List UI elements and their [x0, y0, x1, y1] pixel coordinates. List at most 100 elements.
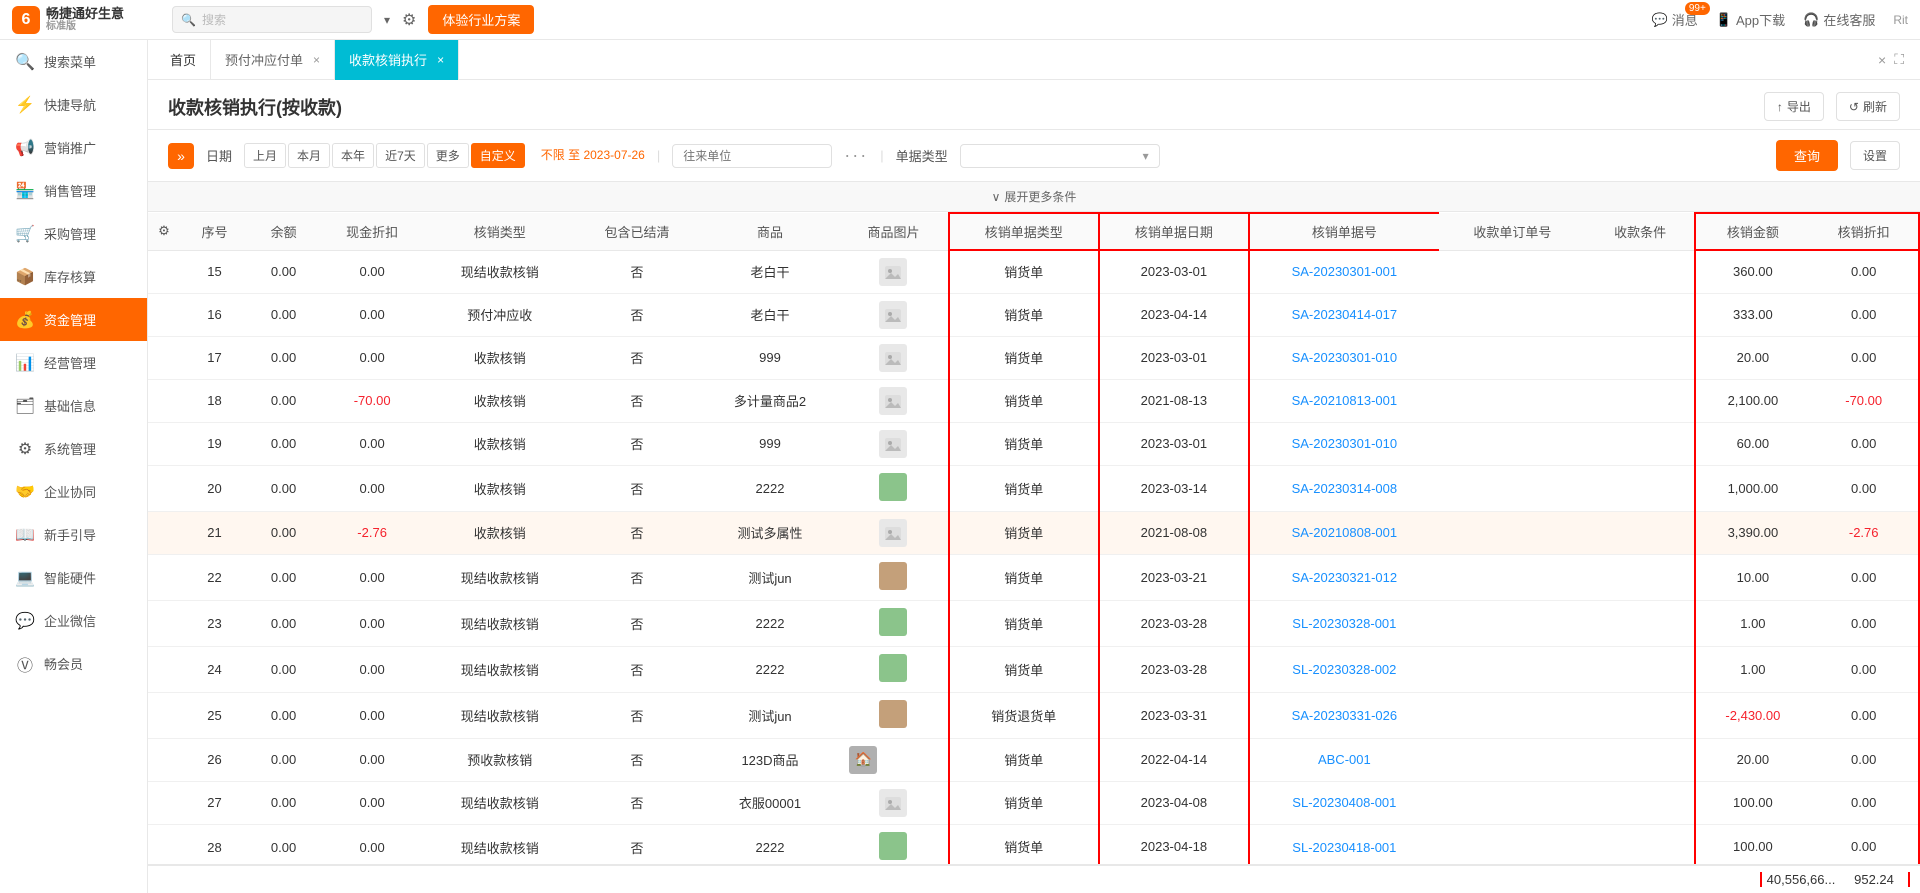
bill-no-link[interactable]: SL-20230408-001 — [1292, 795, 1396, 810]
export-btn[interactable]: ↑ 导出 — [1764, 92, 1824, 121]
table-row: 25 0.00 0.00 现结收款核销 否 测试jun 销货退货单 2023-0… — [148, 692, 1919, 738]
sidebar-item-hardware[interactable]: 💻 智能硬件 — [0, 556, 147, 599]
col-amount-cell: 1.00 — [1695, 600, 1809, 646]
date-7-days[interactable]: 近7天 — [376, 143, 425, 168]
col-receipt-cond-cell — [1586, 465, 1696, 511]
col-gear-cell — [148, 422, 180, 465]
bill-type-select[interactable]: ▾ — [960, 144, 1160, 168]
bill-no-link[interactable]: SA-20210813-001 — [1292, 393, 1398, 408]
tab-home[interactable]: 首页 — [156, 40, 211, 80]
col-receipt-cond-cell — [1586, 646, 1696, 692]
date-last-month[interactable]: 上月 — [244, 143, 286, 168]
col-bill-no-cell[interactable]: SL-20230328-002 — [1249, 646, 1439, 692]
filter-toggle-btn[interactable]: » — [168, 143, 194, 169]
date-more[interactable]: 更多 — [427, 143, 469, 168]
date-this-month[interactable]: 本月 — [288, 143, 330, 168]
bill-no-link[interactable]: ABC-001 — [1318, 752, 1371, 767]
partner-input[interactable] — [672, 144, 832, 168]
sidebar-item-marketing[interactable]: 📢 营销推广 — [0, 126, 147, 169]
close-all-icon[interactable]: × — [1878, 52, 1886, 68]
bill-no-link[interactable]: SA-20230301-010 — [1292, 350, 1398, 365]
col-gear-cell — [148, 600, 180, 646]
col-bill-no-cell[interactable]: SL-20230418-001 — [1249, 824, 1439, 864]
col-writeoff-cell: 0.00 — [1809, 293, 1919, 336]
col-bill-no-cell[interactable]: SA-20230331-026 — [1249, 692, 1439, 738]
col-bill-no-cell[interactable]: SA-20210813-001 — [1249, 379, 1439, 422]
date-custom[interactable]: 自定义 — [471, 143, 525, 168]
settings-btn[interactable]: 设置 — [1850, 141, 1900, 170]
col-bill-no-cell[interactable]: SA-20230314-008 — [1249, 465, 1439, 511]
fullscreen-icon[interactable]: ⛶ — [1894, 51, 1904, 68]
tab-writeoff[interactable]: 收款核销执行 × — [335, 40, 459, 80]
refresh-btn[interactable]: ↺ 刷新 — [1836, 92, 1900, 121]
col-bill-no-cell[interactable]: SA-20230301-010 — [1249, 336, 1439, 379]
tab-prepay[interactable]: 预付冲应付单 × — [211, 40, 335, 80]
bill-no-link[interactable]: SL-20230328-002 — [1292, 662, 1396, 677]
col-goods-cell: 999 — [701, 422, 839, 465]
online-service-btn[interactable]: 🎧 在线客服 — [1803, 10, 1875, 29]
col-no-cell: 19 — [180, 422, 249, 465]
bill-no-link[interactable]: SA-20230314-008 — [1292, 481, 1398, 496]
col-bill-date-cell: 2023-03-21 — [1099, 554, 1249, 600]
col-no-cell: 26 — [180, 738, 249, 781]
bill-no-link[interactable]: SA-20230301-001 — [1292, 264, 1398, 279]
col-bill-no-cell[interactable]: SA-20230301-001 — [1249, 250, 1439, 293]
bill-no-link[interactable]: SL-20230418-001 — [1292, 840, 1396, 855]
topbar: 6 畅捷通好生意 标准版 🔍 搜索 ▾ ⚙ 体验行业方案 💬 消息 99+ 📱 … — [0, 0, 1920, 40]
expand-filter-btn[interactable]: ∨ 展开更多条件 — [148, 182, 1920, 212]
col-type-cell: 现结收款核销 — [426, 554, 573, 600]
col-bill-type-cell: 销货单 — [949, 336, 1099, 379]
sidebar-item-basic[interactable]: 🗂 基础信息 — [0, 384, 147, 427]
sidebar-item-inventory[interactable]: 📦 库存核算 — [0, 255, 147, 298]
sidebar-item-operation[interactable]: 📊 经营管理 — [0, 341, 147, 384]
nav-dropdown[interactable]: ▾ — [384, 13, 390, 27]
sidebar-item-finance[interactable]: 💰 资金管理 — [0, 298, 147, 341]
col-bill-no-cell[interactable]: SL-20230328-001 — [1249, 600, 1439, 646]
sidebar-item-quick[interactable]: ⚡ 快捷导航 — [0, 83, 147, 126]
tab-prepay-close[interactable]: × — [313, 53, 320, 67]
sidebar-item-member[interactable]: Ⓥ 畅会员 — [0, 642, 147, 685]
bill-no-link[interactable]: SA-20230301-010 — [1292, 436, 1398, 451]
col-discount-cell: 0.00 — [318, 336, 426, 379]
col-img-cell — [839, 250, 949, 293]
col-img-cell — [839, 336, 949, 379]
sidebar-item-collab[interactable]: 🤝 企业协同 — [0, 470, 147, 513]
settings-icon[interactable]: ⚙ — [402, 10, 416, 30]
col-bill-no-cell[interactable]: SA-20230321-012 — [1249, 554, 1439, 600]
message-btn[interactable]: 💬 消息 99+ — [1652, 10, 1698, 29]
date-this-year[interactable]: 本年 — [332, 143, 374, 168]
data-table-container: ⚙ 序号 余额 现金折扣 核销类型 包含已结清 商品 商品图片 核销单据类型 核… — [148, 212, 1920, 864]
search-bar[interactable]: 🔍 搜索 — [172, 6, 372, 33]
marketing-icon: 📢 — [16, 139, 34, 157]
col-gear[interactable]: ⚙ — [148, 213, 180, 250]
bill-no-link[interactable]: SL-20230328-001 — [1292, 616, 1396, 631]
col-bill-no-cell[interactable]: ABC-001 — [1249, 738, 1439, 781]
sidebar-item-search[interactable]: 🔍 搜索菜单 — [0, 40, 147, 83]
sidebar-item-purchase[interactable]: 🛒 采购管理 — [0, 212, 147, 255]
query-btn[interactable]: 查询 — [1776, 140, 1838, 171]
col-bill-no-cell[interactable]: SA-20230414-017 — [1249, 293, 1439, 336]
industry-btn[interactable]: 体验行业方案 — [428, 5, 534, 34]
col-balance: 余额 — [249, 213, 318, 250]
sidebar-item-wechat[interactable]: 💬 企业微信 — [0, 599, 147, 642]
sidebar-item-label: 资金管理 — [44, 310, 96, 329]
col-bill-no-cell[interactable]: SL-20230408-001 — [1249, 781, 1439, 824]
bill-no-link[interactable]: SA-20230331-026 — [1292, 708, 1398, 723]
sidebar-item-guide[interactable]: 📖 新手引导 — [0, 513, 147, 556]
tab-writeoff-close[interactable]: × — [437, 53, 444, 67]
col-type-cell: 预收款核销 — [426, 738, 573, 781]
col-goods-cell: 2222 — [701, 465, 839, 511]
col-img-cell — [839, 781, 949, 824]
bill-no-link[interactable]: SA-20210808-001 — [1292, 525, 1398, 540]
bill-no-link[interactable]: SA-20230321-012 — [1292, 570, 1398, 585]
page-title: 收款核销执行(按收款) — [168, 94, 342, 120]
col-discount-cell: 0.00 — [318, 824, 426, 864]
col-bill-no-cell[interactable]: SA-20230301-010 — [1249, 422, 1439, 465]
sidebar-item-system[interactable]: ⚙ 系统管理 — [0, 427, 147, 470]
sidebar-item-sales[interactable]: 🏪 销售管理 — [0, 169, 147, 212]
col-bill-no-cell[interactable]: SA-20210808-001 — [1249, 511, 1439, 554]
bill-no-link[interactable]: SA-20230414-017 — [1292, 307, 1398, 322]
col-bill-type-cell: 销货单 — [949, 554, 1099, 600]
product-image-thumb: 🏠 — [849, 746, 877, 774]
app-download-btn[interactable]: 📱 App下载 — [1716, 10, 1785, 29]
